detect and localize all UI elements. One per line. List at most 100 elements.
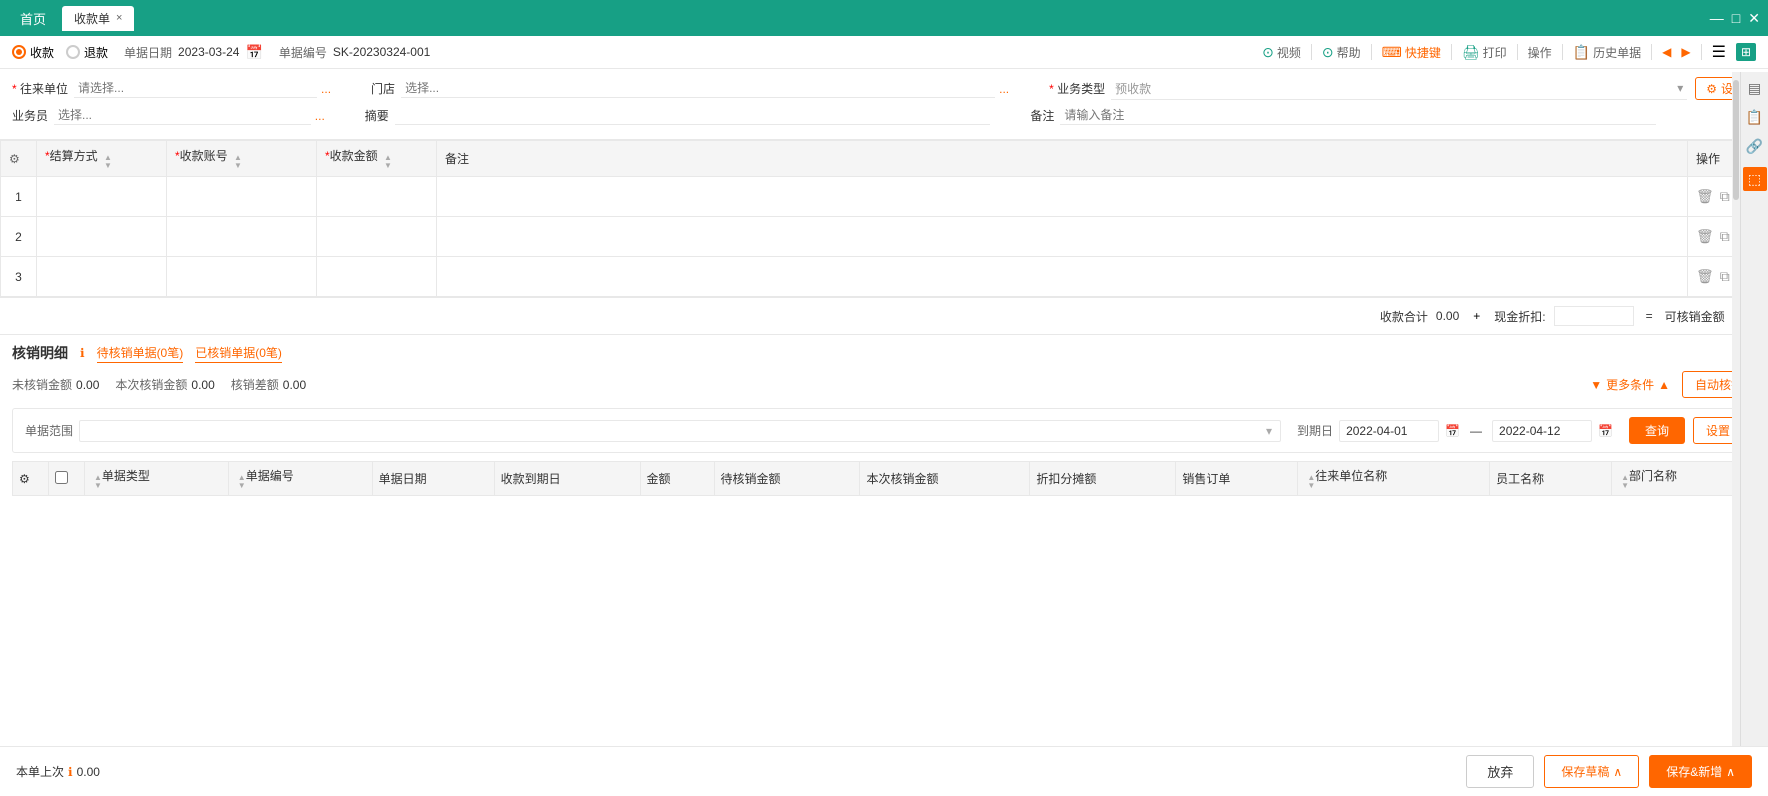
row-1-account[interactable] [167, 177, 317, 217]
tab-home[interactable]: 首页 [8, 5, 58, 32]
help-btn[interactable]: ⊙ 帮助 [1322, 44, 1361, 61]
bottom-stat-icon[interactable]: ℹ [68, 765, 73, 779]
tab-receipt[interactable]: 收款单 × [62, 6, 134, 31]
row-1-amount[interactable] [317, 177, 437, 217]
salesman-dots[interactable]: ... [315, 109, 325, 123]
row-num-1: 1 [1, 177, 37, 217]
row-1-copy-icon[interactable]: ⧉ [1720, 188, 1730, 205]
radio-receipt[interactable]: 收款 [12, 44, 54, 61]
bt-col-employee: 员工名称 [1490, 462, 1612, 496]
bottom-bar: 本单上次 ℹ 0.00 放弃 保存草稿 ∧ 保存&新增 ∧ [0, 746, 1768, 796]
nav-prev-icon[interactable]: ◀ [1662, 45, 1671, 59]
save-new-arrow-icon: ∧ [1726, 765, 1735, 779]
counterpart-input[interactable] [74, 79, 317, 98]
current-stat: 本次核销金额 0.00 [115, 376, 214, 393]
summary-field: 摘要 [365, 106, 991, 125]
tab-bar-left: 首页 收款单 × [8, 5, 134, 32]
sidebar-copy-icon[interactable]: 📋 [1746, 109, 1763, 126]
sidebar-link-icon[interactable]: 🔗 [1746, 138, 1763, 155]
tab-receipt-label: 收款单 [74, 10, 110, 27]
row-3-payment[interactable] [37, 257, 167, 297]
number-field: 单据编号 SK-20230324-001 [279, 44, 430, 61]
duedate-label: 到期日 [1297, 422, 1333, 439]
writeoff-info-icon[interactable]: ℹ [80, 346, 85, 360]
date-to-input[interactable] [1492, 420, 1592, 442]
row-num-2: 2 [1, 217, 37, 257]
cal-to-icon[interactable]: 📅 [1598, 424, 1613, 438]
scrollbar-thumb[interactable] [1733, 80, 1739, 200]
minimize-icon[interactable]: — [1710, 10, 1724, 26]
more-filter-btn[interactable]: ▼ 更多条件 ▲ [1590, 376, 1670, 393]
unchecked-label: 未核销金额 [12, 376, 72, 393]
radio-refund[interactable]: 退款 [66, 44, 108, 61]
writeoff-section: 核销明细 ℹ 待核销单据(0笔) 已核销单据(0笔) 未核销金额 0.00 本次… [0, 335, 1768, 504]
salesman-input[interactable] [54, 106, 311, 125]
row-3-note[interactable] [437, 257, 1688, 297]
bt-col-current: 本次核销金额 [860, 462, 1030, 496]
date-calendar-icon[interactable]: 📅 [245, 44, 262, 61]
remark-label: 备注 [1030, 107, 1054, 124]
divider2 [1371, 44, 1372, 60]
cal-from-icon[interactable]: 📅 [1445, 424, 1460, 438]
row-2-payment[interactable] [37, 217, 167, 257]
row-3-copy-icon[interactable]: ⧉ [1720, 268, 1730, 285]
bottom-table: ⚙ ▲▼单据类型 ▲▼单据编号 单据日期 收款到期日 金额 [12, 461, 1756, 496]
query-button[interactable]: 查询 [1629, 417, 1685, 444]
remark-input[interactable] [1060, 106, 1656, 125]
video-icon: ⊙ [1262, 44, 1274, 61]
video-label: 视频 [1277, 44, 1301, 61]
tab-close-icon[interactable]: × [116, 12, 122, 24]
history-label: 历史单据 [1593, 44, 1641, 61]
counterpart-dots[interactable]: ... [321, 82, 331, 96]
maximize-icon[interactable]: □ [1732, 10, 1740, 26]
store-label: 门店 [371, 80, 395, 97]
store-input[interactable] [401, 79, 995, 98]
bt-gear-icon[interactable]: ⚙ [19, 472, 30, 486]
range-select[interactable]: ▾ [79, 420, 1281, 442]
radio-receipt-circle [12, 45, 26, 59]
row-1-note[interactable] [437, 177, 1688, 217]
filter-row: 单据范围 ▾ 到期日 📅 — 📅 查询 设置 [12, 408, 1756, 453]
row-num-3: 3 [1, 257, 37, 297]
row-2-delete-icon[interactable]: 🗑 [1696, 228, 1714, 245]
save-new-button[interactable]: 保存&新增 ∧ [1649, 755, 1752, 788]
sidebar-expand-icon[interactable]: ⬚ [1743, 167, 1767, 191]
total-label: 收款合计 [1380, 308, 1428, 325]
row-2-copy-icon[interactable]: ⧉ [1720, 228, 1730, 245]
date-from-input[interactable] [1339, 420, 1439, 442]
operation-btn[interactable]: 操作 [1528, 44, 1552, 61]
history-btn[interactable]: 📋 历史单据 [1573, 44, 1641, 61]
video-btn[interactable]: ⊙ 视频 [1262, 44, 1301, 61]
save-draft-button[interactable]: 保存草稿 ∧ [1544, 755, 1639, 788]
store-dots[interactable]: ... [999, 82, 1009, 96]
nav-next-icon[interactable]: ▶ [1681, 45, 1690, 59]
row-3-delete-icon[interactable]: 🗑 [1696, 268, 1714, 285]
shortcut-btn[interactable]: ⌨ 快捷键 [1382, 44, 1441, 61]
sidebar-table-icon[interactable]: ▤ [1748, 80, 1761, 97]
row-1-payment[interactable] [37, 177, 167, 217]
row-1-delete-icon[interactable]: 🗑 [1696, 188, 1714, 205]
divider4 [1517, 44, 1518, 60]
row-2-account[interactable] [167, 217, 317, 257]
bt-select-all[interactable] [55, 471, 68, 484]
operation-label: 操作 [1528, 44, 1552, 61]
business-type-select[interactable]: 预收款 ▾ [1111, 78, 1687, 100]
row-2-note[interactable] [437, 217, 1688, 257]
divider5 [1562, 44, 1563, 60]
table-gear-icon[interactable]: ⚙ [9, 152, 20, 166]
close-window-icon[interactable]: ✕ [1748, 10, 1760, 27]
discount-input[interactable] [1554, 306, 1634, 326]
pending-writeoff-tab[interactable]: 待核销单据(0笔) [97, 344, 184, 363]
abandon-button[interactable]: 放弃 [1466, 755, 1534, 788]
print-icon: 🖨 [1462, 44, 1480, 61]
unchecked-stat: 未核销金额 0.00 [12, 376, 99, 393]
summary-input[interactable] [395, 106, 991, 125]
row-3-amount[interactable] [317, 257, 437, 297]
row-2-amount[interactable] [317, 217, 437, 257]
print-btn[interactable]: 🖨 打印 [1462, 44, 1507, 61]
menu-icon[interactable]: ☰ [1712, 42, 1726, 62]
form-area: 往来单位 ... 门店 ... 业务类型 预收款 ▾ ⚙ 设置 [0, 69, 1768, 140]
grid-icon[interactable]: ⊞ [1736, 43, 1756, 61]
completed-writeoff-tab[interactable]: 已核销单据(0笔) [195, 344, 282, 363]
row-3-account[interactable] [167, 257, 317, 297]
